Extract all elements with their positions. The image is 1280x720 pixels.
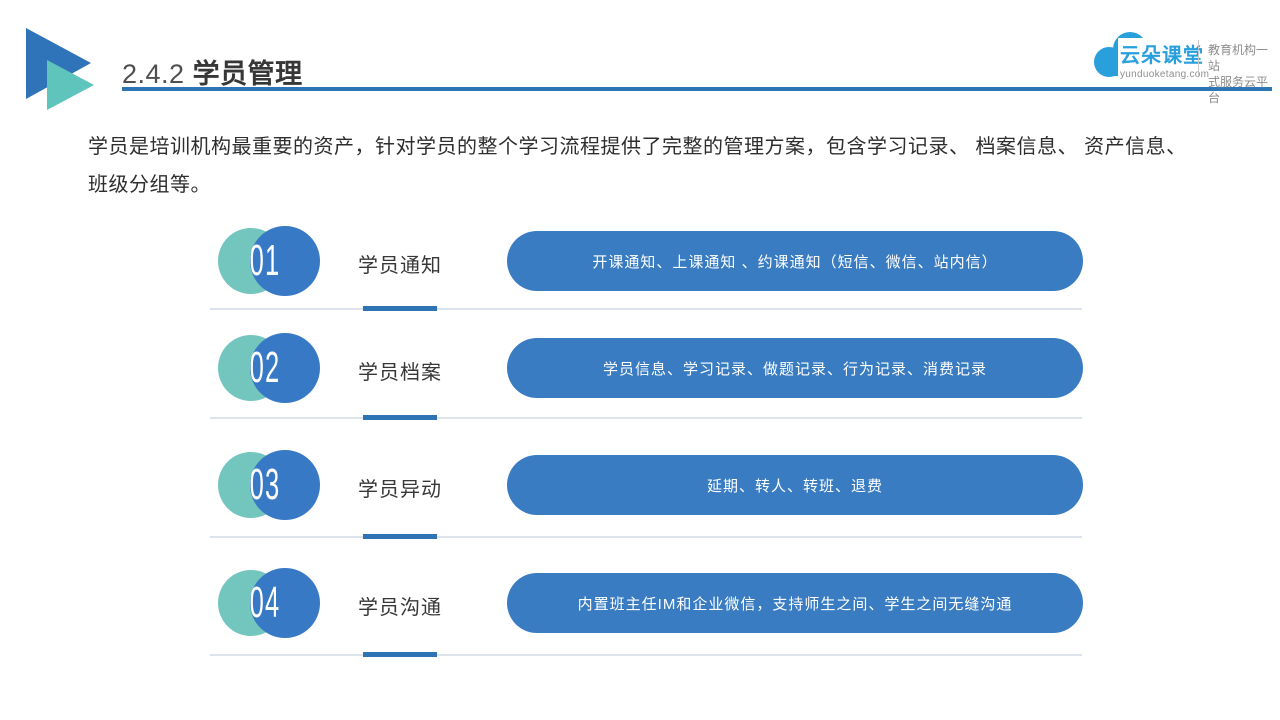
row-description-pill: 内置班主任IM和企业微信，支持师生之间、学生之间无缝沟通 bbox=[507, 573, 1083, 633]
brand-separator bbox=[1198, 40, 1199, 76]
row-number: 03 bbox=[245, 463, 286, 507]
page-title: 2.4.2 学员管理 bbox=[122, 52, 303, 91]
row-description: 延期、转人、转班、退费 bbox=[677, 475, 913, 496]
row-description: 开课通知、上课通知 、约课通知（短信、微信、站内信） bbox=[562, 251, 1027, 272]
row-divider bbox=[210, 654, 1082, 656]
row-number: 01 bbox=[245, 239, 286, 283]
row-label: 学员档案 bbox=[340, 356, 460, 385]
row-divider bbox=[210, 308, 1082, 310]
row-number-badge: 03 bbox=[218, 449, 322, 521]
divider-accent bbox=[363, 534, 437, 539]
brand-logo: 云朵课堂 yunduoketang.com 教育机构一站 式服务云平台 bbox=[1090, 28, 1270, 80]
row-description: 学员信息、学习记录、做题记录、行为记录、消费记录 bbox=[573, 358, 1017, 379]
row-number-badge: 01 bbox=[218, 225, 322, 297]
slide: 2.4.2 学员管理 云朵课堂 yunduoketang.com 教育机构一站 … bbox=[0, 0, 1280, 720]
feature-row-archive: 02 学员档案 学员信息、学习记录、做题记录、行为记录、消费记录 bbox=[0, 330, 1280, 406]
feature-row-communication: 04 学员沟通 内置班主任IM和企业微信，支持师生之间、学生之间无缝沟通 bbox=[0, 565, 1280, 641]
row-number: 04 bbox=[245, 581, 286, 625]
divider-accent bbox=[363, 652, 437, 657]
row-description: 内置班主任IM和企业微信，支持师生之间、学生之间无缝沟通 bbox=[548, 593, 1043, 614]
row-description-pill: 延期、转人、转班、退费 bbox=[507, 455, 1083, 515]
feature-row-change: 03 学员异动 延期、转人、转班、退费 bbox=[0, 447, 1280, 523]
row-description-pill: 开课通知、上课通知 、约课通知（短信、微信、站内信） bbox=[507, 231, 1083, 291]
brand-domain: yunduoketang.com bbox=[1120, 69, 1209, 80]
row-label: 学员沟通 bbox=[340, 591, 460, 620]
divider-accent bbox=[363, 415, 437, 420]
row-label: 学员异动 bbox=[340, 473, 460, 502]
row-divider bbox=[210, 536, 1082, 538]
page-title-number: 2.4.2 bbox=[122, 59, 185, 89]
row-number-badge: 02 bbox=[218, 332, 322, 404]
intro-text: 学员是培训机构最重要的资产，针对学员的整个学习流程提供了完整的管理方案，包含学习… bbox=[88, 128, 1218, 204]
divider-accent bbox=[363, 306, 437, 311]
row-description-pill: 学员信息、学习记录、做题记录、行为记录、消费记录 bbox=[507, 338, 1083, 398]
title-underline bbox=[122, 87, 1272, 91]
row-number-badge: 04 bbox=[218, 567, 322, 639]
row-divider bbox=[210, 417, 1082, 419]
brand-tagline: 教育机构一站 式服务云平台 bbox=[1208, 42, 1270, 106]
logo-triangles-icon bbox=[0, 0, 120, 120]
brand-name: 云朵课堂 bbox=[1120, 39, 1209, 68]
page-title-text: 学员管理 bbox=[193, 59, 303, 89]
feature-row-notification: 01 学员通知 开课通知、上课通知 、约课通知（短信、微信、站内信） bbox=[0, 223, 1280, 299]
row-label: 学员通知 bbox=[340, 249, 460, 278]
row-number: 02 bbox=[245, 346, 286, 390]
